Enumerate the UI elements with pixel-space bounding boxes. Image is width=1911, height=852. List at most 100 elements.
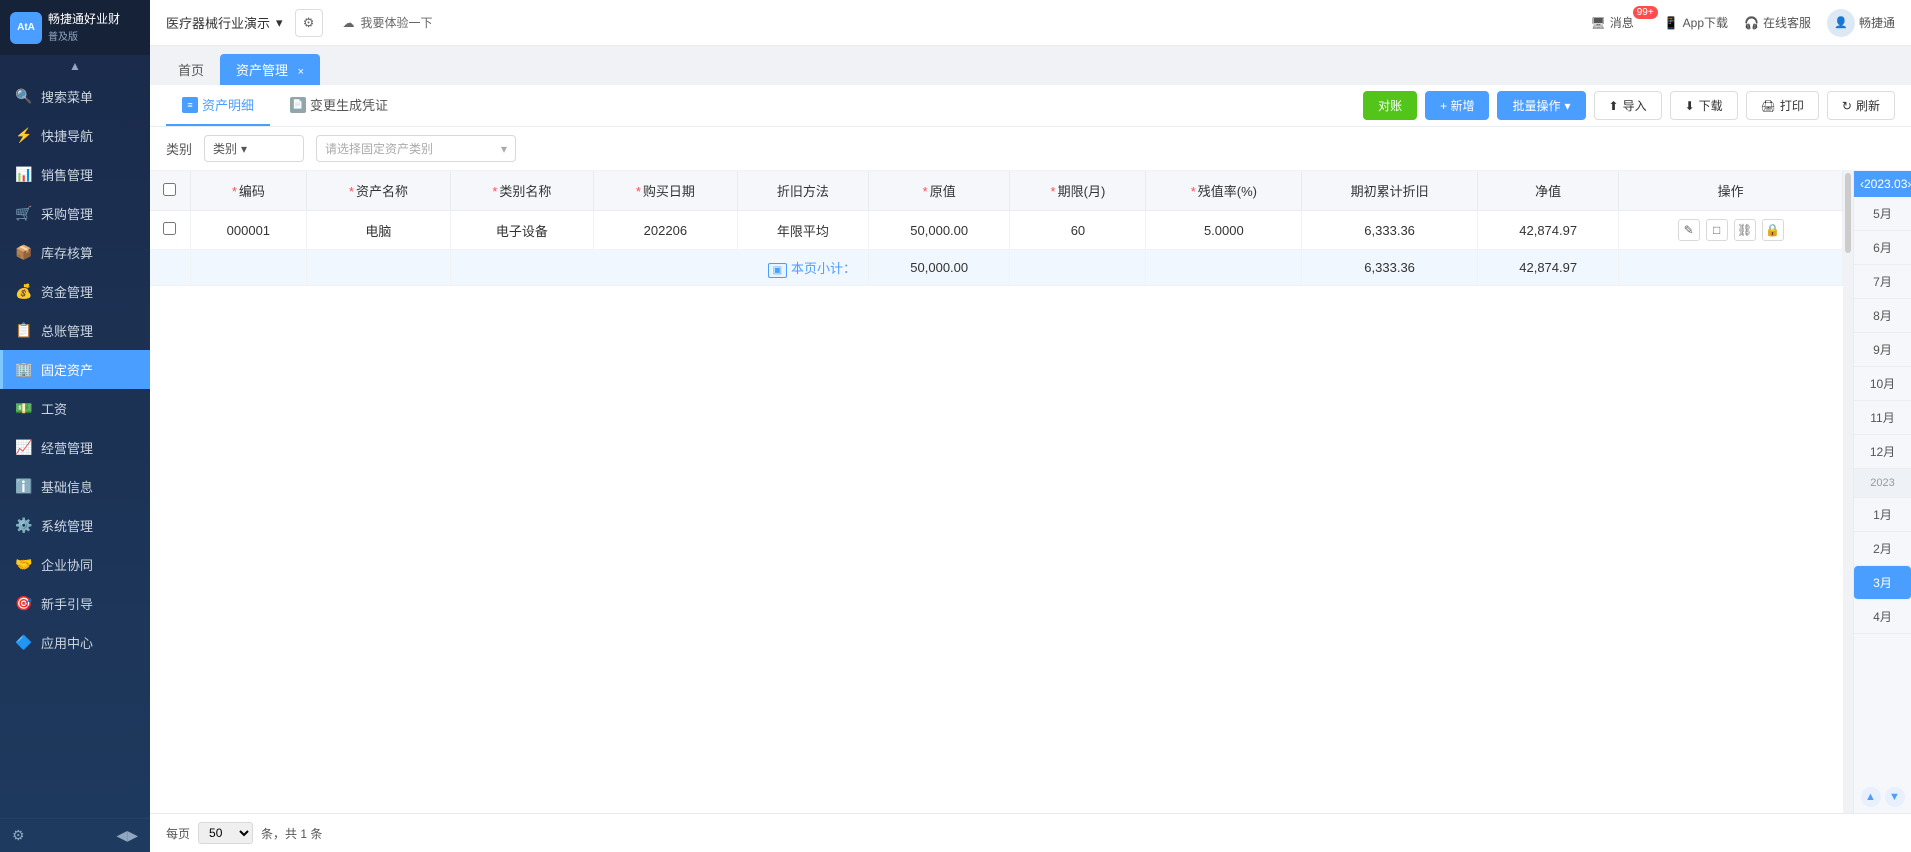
- tab-home[interactable]: 首页: [166, 54, 216, 85]
- sidebar-item-资金管理[interactable]: 💰 资金管理: [0, 272, 150, 311]
- tab-close-icon[interactable]: ×: [298, 66, 304, 78]
- tab-asset-management[interactable]: 资产管理 ×: [220, 54, 320, 85]
- cal-month-current-year[interactable]: 3月: [1854, 566, 1911, 600]
- cal-month-prev[interactable]: 11月: [1854, 401, 1911, 435]
- chevron-down-icon: ▾: [501, 142, 507, 156]
- settings-icon[interactable]: ⚙: [12, 827, 25, 844]
- cal-month-current-year[interactable]: 2月: [1854, 532, 1911, 566]
- lock-btn-0[interactable]: 🔒: [1762, 219, 1784, 241]
- settings-button[interactable]: ⚙: [295, 9, 323, 37]
- refresh-icon: ↻: [1842, 99, 1852, 113]
- cal-month-prev[interactable]: 8月: [1854, 299, 1911, 333]
- td-checkbox-0[interactable]: [150, 211, 190, 250]
- scroll-thumb: [1845, 173, 1851, 253]
- cal-month-current-year[interactable]: 1月: [1854, 498, 1911, 532]
- cal-month-prev[interactable]: 9月: [1854, 333, 1911, 367]
- sidebar-item-企业协同[interactable]: 🤝 企业协同: [0, 545, 150, 584]
- cal-month-prev[interactable]: 6月: [1854, 231, 1911, 265]
- app-download-button[interactable]: 📱 App下载: [1664, 14, 1728, 31]
- vertical-scrollbar[interactable]: [1843, 171, 1853, 813]
- calendar-scroll[interactable]: 5月6月7月8月9月10月11月12月20231月2月3月4月: [1854, 197, 1911, 781]
- print-button[interactable]: 🖨 打印: [1746, 91, 1819, 120]
- subtotal-empty-2: [190, 250, 307, 286]
- edit-btn-0[interactable]: ✎: [1678, 219, 1700, 241]
- filter-category-type-select[interactable]: 类别 ▾: [204, 135, 304, 162]
- sidebar-item-搜索菜单[interactable]: 🔍 搜索菜单: [0, 77, 150, 116]
- sidebar-item-采购管理[interactable]: 🛒 采购管理: [0, 194, 150, 233]
- sidebar-item-新手引导[interactable]: 🎯 新手引导: [0, 584, 150, 623]
- experience-button[interactable]: ☁ 我要体验一下: [343, 14, 433, 31]
- cal-month-prev[interactable]: 10月: [1854, 367, 1911, 401]
- nav-label-3: 采购管理: [41, 204, 93, 223]
- subtotal-net-value: 42,874.97: [1478, 250, 1619, 286]
- refresh-label: 刷新: [1856, 97, 1880, 114]
- nav-icon-4: 📦: [15, 244, 33, 262]
- td-net-value-0: 42,874.97: [1478, 211, 1619, 250]
- sidebar-item-经营管理[interactable]: 📈 经营管理: [0, 428, 150, 467]
- download-icon: ⬇: [1685, 99, 1695, 113]
- collapse-icon[interactable]: ◀▶: [116, 827, 138, 844]
- cal-year-label: 2023: [1854, 469, 1911, 498]
- th-code: *编码: [190, 171, 307, 211]
- company-selector[interactable]: 医疗器械行业演示 ▾: [166, 13, 283, 32]
- nav-icon-9: 📈: [15, 439, 33, 457]
- filter-category-select[interactable]: 请选择固定资产类别 ▾: [316, 135, 516, 162]
- chevron-down-icon: ▾: [1564, 99, 1570, 113]
- cal-month-current-year[interactable]: 4月: [1854, 600, 1911, 634]
- nav-label-11: 系统管理: [41, 516, 93, 535]
- message-button[interactable]: 🖥 消息 99+: [1590, 14, 1647, 31]
- import-icon: ⬆: [1609, 99, 1619, 113]
- calendar-next-icon[interactable]: ›: [1907, 177, 1911, 191]
- sidebar-item-总账管理[interactable]: 📋 总账管理: [0, 311, 150, 350]
- calendar-down-btn[interactable]: ▼: [1885, 787, 1905, 807]
- tab-bar: 首页 资产管理 ×: [150, 46, 1911, 85]
- sidebar-item-系统管理[interactable]: ⚙️ 系统管理: [0, 506, 150, 545]
- sub-tab-label-1: 资产明细: [202, 95, 254, 114]
- nav-label-4: 库存核算: [41, 243, 93, 262]
- sidebar-item-快捷导航[interactable]: ⚡ 快捷导航: [0, 116, 150, 155]
- sidebar: AtA 畅捷通好业财 普及版 ▲ 🔍 搜索菜单 ⚡ 快捷导航 📊 销售管理 🛒 …: [0, 0, 150, 852]
- th-category: *类别名称: [450, 171, 593, 211]
- user-button[interactable]: 👤 畅捷通: [1827, 9, 1895, 37]
- sidebar-scroll-up[interactable]: ▲: [0, 55, 150, 77]
- new-button[interactable]: + 新增: [1425, 91, 1489, 120]
- topbar-right: 🖥 消息 99+ 📱 App下载 🎧 在线客服 👤 畅捷通: [1590, 9, 1895, 37]
- sidebar-item-工资[interactable]: 💵 工资: [0, 389, 150, 428]
- batch-ops-button[interactable]: 批量操作 ▾: [1497, 91, 1585, 120]
- customer-service-button[interactable]: 🎧 在线客服: [1744, 14, 1811, 31]
- th-purchase-date: *购买日期: [594, 171, 737, 211]
- sidebar-item-库存核算[interactable]: 📦 库存核算: [0, 233, 150, 272]
- filter-category-type-value: 类别: [213, 140, 237, 157]
- sidebar-item-销售管理[interactable]: 📊 销售管理: [0, 155, 150, 194]
- cal-month-prev[interactable]: 12月: [1854, 435, 1911, 469]
- import-button[interactable]: ⬆ 导入: [1594, 91, 1662, 120]
- tab-label: 资产管理: [236, 63, 288, 78]
- sidebar-item-基础信息[interactable]: ℹ️ 基础信息: [0, 467, 150, 506]
- select-all-checkbox[interactable]: [163, 183, 176, 196]
- subtotal-empty-3: [307, 250, 450, 286]
- subtotal-empty-4: [1010, 250, 1146, 286]
- reconcile-button[interactable]: 对账: [1363, 91, 1417, 120]
- sub-tab-change-voucher[interactable]: 📄 变更生成凭证: [274, 85, 404, 126]
- td-code-0: 000001: [190, 211, 307, 250]
- link-btn-0[interactable]: ⛓: [1734, 219, 1756, 241]
- row-checkbox-0[interactable]: [163, 222, 176, 235]
- nav-icon-8: 💵: [15, 400, 33, 418]
- nav-label-14: 应用中心: [41, 633, 93, 652]
- copy-btn-0[interactable]: □: [1706, 219, 1728, 241]
- page-size-select[interactable]: 50 10 20 100: [198, 822, 253, 844]
- nav-icon-6: 📋: [15, 322, 33, 340]
- refresh-button[interactable]: ↻ 刷新: [1827, 91, 1895, 120]
- calendar-up-btn[interactable]: ▲: [1861, 787, 1881, 807]
- subtotal-label: ▣本页小计：: [450, 250, 868, 286]
- sidebar-item-应用中心[interactable]: 🔷 应用中心: [0, 623, 150, 662]
- filter-category-label: 类别: [166, 139, 192, 158]
- sidebar-item-固定资产[interactable]: 🏢 固定资产: [0, 350, 150, 389]
- cal-month-prev[interactable]: 7月: [1854, 265, 1911, 299]
- total-text: 条，共 1 条: [261, 825, 322, 842]
- cal-month-prev[interactable]: 5月: [1854, 197, 1911, 231]
- change-voucher-icon: 📄: [290, 97, 306, 113]
- download-button[interactable]: ⬇ 下载: [1670, 91, 1738, 120]
- sub-tab-asset-detail[interactable]: ≡ 资产明细: [166, 85, 270, 126]
- topbar: 医疗器械行业演示 ▾ ⚙ ☁ 我要体验一下 🖥 消息 99+ 📱 App下载 🎧…: [150, 0, 1911, 46]
